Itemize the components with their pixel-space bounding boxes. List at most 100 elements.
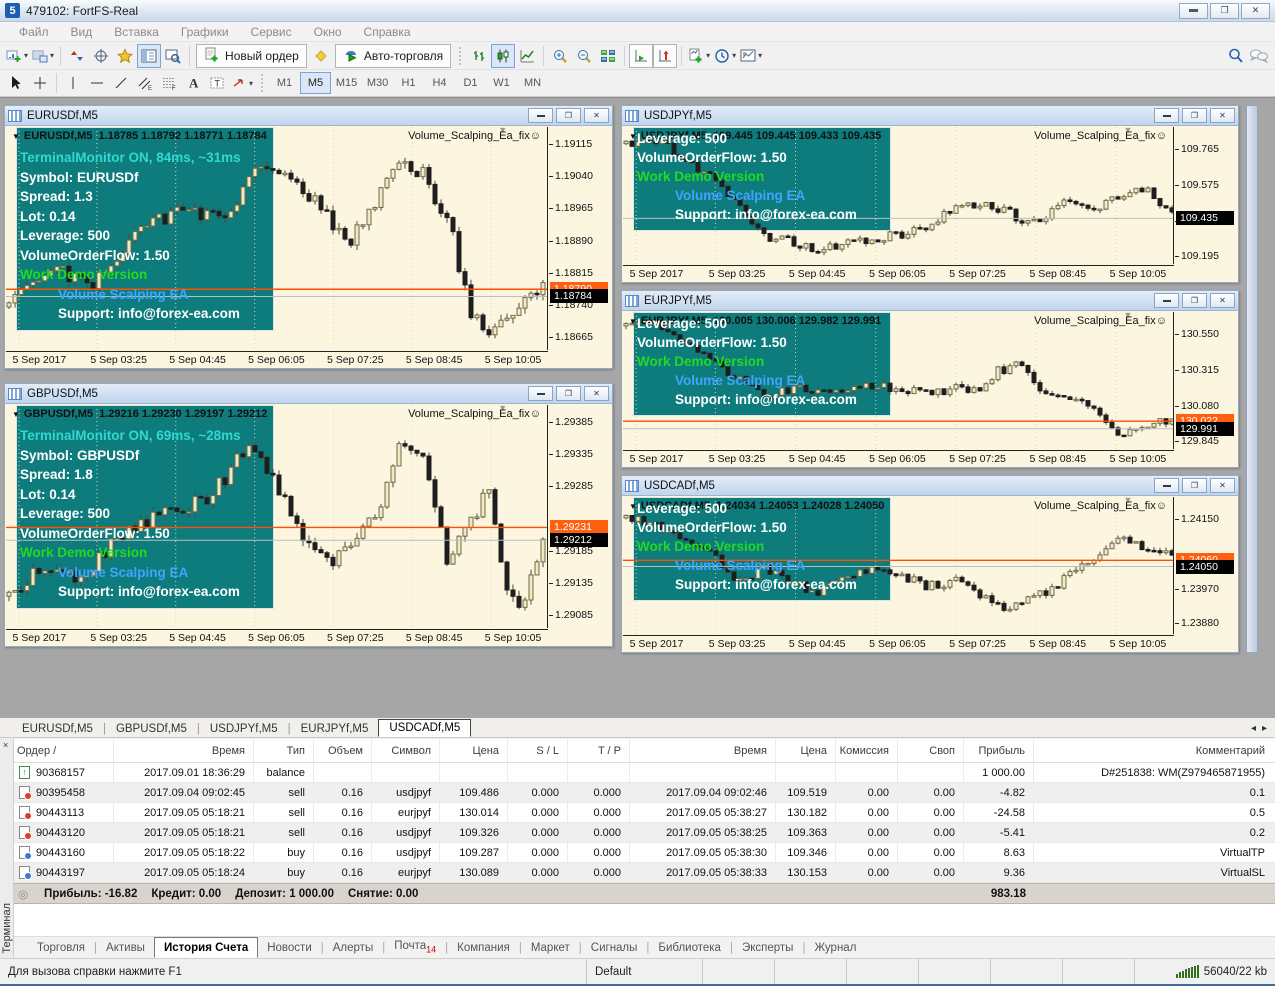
window-close-button[interactable]: ✕ xyxy=(1210,293,1235,308)
window-restore-button[interactable]: ❐ xyxy=(556,386,581,401)
indicators-button[interactable]: ▾ xyxy=(686,44,712,68)
timeframe-H1[interactable]: H1 xyxy=(393,72,424,94)
chart-tab-eurusdf[interactable]: EURUSDf,M5 xyxy=(12,721,103,737)
candlestick-chart-button[interactable] xyxy=(491,43,516,68)
terminal-tab-8[interactable]: Сигналы xyxy=(582,940,647,956)
terminal-side-strip[interactable]: × Терминал xyxy=(0,739,14,958)
window-close-button[interactable]: ✕ xyxy=(584,108,609,123)
terminal-tab-9[interactable]: Библиотека xyxy=(649,940,730,956)
window-restore-button[interactable]: ❐ xyxy=(1182,293,1207,308)
chart-tab-usdjpyf[interactable]: USDJPYf,M5 xyxy=(200,721,288,737)
title-bar[interactable]: 5 479102: FortFS-Real ❐ ✕ xyxy=(0,0,1275,22)
terminal-tab-6[interactable]: Компания xyxy=(448,940,519,956)
trendline-button[interactable] xyxy=(109,71,133,95)
vertical-line-button[interactable] xyxy=(61,71,85,95)
chart-plot[interactable]: ▼ ▼ EURJPYf,M5 130.005 130.006 129.982 129… xyxy=(623,312,1174,449)
chart-window-titlebar[interactable]: EURJPYf,M5 ❐ ✕ xyxy=(622,291,1238,311)
window-close-button[interactable]: ✕ xyxy=(1210,478,1235,493)
timeframe-M30[interactable]: M30 xyxy=(362,72,393,94)
history-header-row[interactable]: Ордер / Время Тип Объем Символ Цена S / LT / P… xyxy=(14,739,1275,763)
chart-tab-usdcadf[interactable]: USDCADf,M5 xyxy=(378,719,472,737)
tab-scroll-right-icon[interactable]: ▸ xyxy=(1262,723,1267,734)
window-minimize-button[interactable] xyxy=(1154,108,1179,123)
table-row[interactable]: 90443113 2017.09.05 05:18:21 sell 0.16 eurjp… xyxy=(14,803,1275,823)
text-button[interactable]: A xyxy=(181,71,205,95)
chart-window-titlebar[interactable]: USDJPYf,M5 ❐ ✕ xyxy=(622,106,1238,126)
column-header-13[interactable]: Комментарий xyxy=(1034,739,1275,762)
navigator-button[interactable] xyxy=(161,44,185,68)
market-watch-panel-button[interactable] xyxy=(137,43,162,68)
window-restore-button[interactable]: ❐ xyxy=(1182,478,1207,493)
column-header-4[interactable]: Символ xyxy=(372,739,440,762)
column-header-2[interactable]: Тип xyxy=(254,739,314,762)
chart-window-titlebar[interactable]: USDCADf,M5 ❐ ✕ xyxy=(622,476,1238,496)
menu-item-Окно[interactable]: Окно xyxy=(303,25,353,39)
profiles-button[interactable]: ▾ xyxy=(30,44,56,68)
line-chart-button[interactable] xyxy=(515,44,539,68)
data-window-button[interactable] xyxy=(89,44,113,68)
close-button[interactable]: ✕ xyxy=(1241,2,1270,19)
chart-plot[interactable]: ▼ ▼ EURUSDf,M5 1.18785 1.18792 1.18771 1.1… xyxy=(6,127,548,350)
metaeditor-button[interactable] xyxy=(309,44,333,68)
equidistant-channel-button[interactable]: E xyxy=(133,71,157,95)
search-button[interactable] xyxy=(1223,44,1247,68)
window-restore-button[interactable]: ❐ xyxy=(1182,108,1207,123)
bar-chart-button[interactable] xyxy=(467,44,491,68)
terminal-tab-2[interactable]: История Счета xyxy=(153,937,259,958)
menu-item-Файл[interactable]: Файл xyxy=(8,25,60,39)
minimize-button[interactable] xyxy=(1179,2,1208,19)
timeframe-W1[interactable]: W1 xyxy=(486,72,517,94)
window-minimize-button[interactable] xyxy=(528,386,553,401)
tile-windows-button[interactable] xyxy=(596,44,620,68)
timeframe-MN[interactable]: MN xyxy=(517,72,548,94)
timeframe-D1[interactable]: D1 xyxy=(455,72,486,94)
column-header-1[interactable]: Время xyxy=(114,739,254,762)
zoom-out-button[interactable] xyxy=(572,44,596,68)
fibonacci-button[interactable]: F xyxy=(157,71,181,95)
chart-plot[interactable]: ▼ ▼ GBPUSDf,M5 1.29216 1.29230 1.29197 1.2… xyxy=(6,405,548,628)
terminal-tab-5[interactable]: Почта14 xyxy=(385,938,445,956)
column-header-6[interactable]: S / L xyxy=(508,739,568,762)
column-header-11[interactable]: Своп xyxy=(898,739,964,762)
table-row[interactable]: 90395458 2017.09.04 09:02:45 sell 0.16 usdjp… xyxy=(14,783,1275,803)
crosshair-button[interactable] xyxy=(28,71,52,95)
chart-window-titlebar[interactable]: EURUSDf,M5 ❐ ✕ xyxy=(5,106,612,126)
chart-window-titlebar[interactable]: GBPUSDf,M5 ❐ ✕ xyxy=(5,384,612,404)
column-header-10[interactable]: Комиссия xyxy=(836,739,898,762)
column-header-12[interactable]: Прибыль xyxy=(964,739,1034,762)
table-row[interactable]: 90443160 2017.09.05 05:18:22 buy 0.16 usdjpy… xyxy=(14,843,1275,863)
table-row[interactable]: ↑ 90368157 2017.09.01 18:36:29 balance 1 000… xyxy=(14,763,1275,783)
terminal-tab-1[interactable]: Активы xyxy=(97,940,154,956)
menu-item-Вставка[interactable]: Вставка xyxy=(103,25,170,39)
terminal-tab-0[interactable]: Торговля xyxy=(28,940,94,956)
timeframe-M5[interactable]: M5 xyxy=(300,72,332,94)
column-header-9[interactable]: Цена xyxy=(776,739,836,762)
window-minimize-button[interactable] xyxy=(528,108,553,123)
autotrading-button[interactable]: Авто-торговля xyxy=(334,43,452,68)
market-watch-button[interactable] xyxy=(65,44,89,68)
table-row[interactable]: 90443197 2017.09.05 05:18:24 buy 0.16 eurjpy… xyxy=(14,863,1275,883)
menu-item-Сервис[interactable]: Сервис xyxy=(240,25,303,39)
window-close-button[interactable]: ✕ xyxy=(1210,108,1235,123)
chart-shift-button[interactable] xyxy=(653,43,678,68)
templates-button[interactable]: ▾ xyxy=(738,44,764,68)
chart-tab-gbpusdf[interactable]: GBPUSDf,M5 xyxy=(106,721,197,737)
horizontal-line-button[interactable] xyxy=(85,71,109,95)
column-header-8[interactable]: Время xyxy=(630,739,776,762)
menu-item-Справка[interactable]: Справка xyxy=(353,25,422,39)
column-header-3[interactable]: Объем xyxy=(314,739,372,762)
timeframe-M1[interactable]: M1 xyxy=(269,72,300,94)
chart-tab-eurjpyf[interactable]: EURJPYf,M5 xyxy=(291,721,379,737)
favorites-button[interactable] xyxy=(113,44,137,68)
new-chart-button[interactable]: ▾ xyxy=(4,44,30,68)
table-row[interactable]: 90443120 2017.09.05 05:18:21 sell 0.16 usdjp… xyxy=(14,823,1275,843)
arrows-button[interactable]: ▾ xyxy=(229,71,255,95)
auto-scroll-button[interactable] xyxy=(629,43,654,68)
chart-plot[interactable]: ▼ ▼ USDCADf,M5 1.24034 1.24053 1.24028 1.2… xyxy=(623,497,1174,634)
menu-item-Графики[interactable]: Графики xyxy=(170,25,240,39)
terminal-tab-3[interactable]: Новости xyxy=(258,940,321,956)
column-header-5[interactable]: Цена xyxy=(440,739,508,762)
terminal-tab-7[interactable]: Маркет xyxy=(522,940,579,956)
menu-item-Вид[interactable]: Вид xyxy=(60,25,104,39)
tab-scroll-left-icon[interactable]: ◂ xyxy=(1251,723,1256,734)
